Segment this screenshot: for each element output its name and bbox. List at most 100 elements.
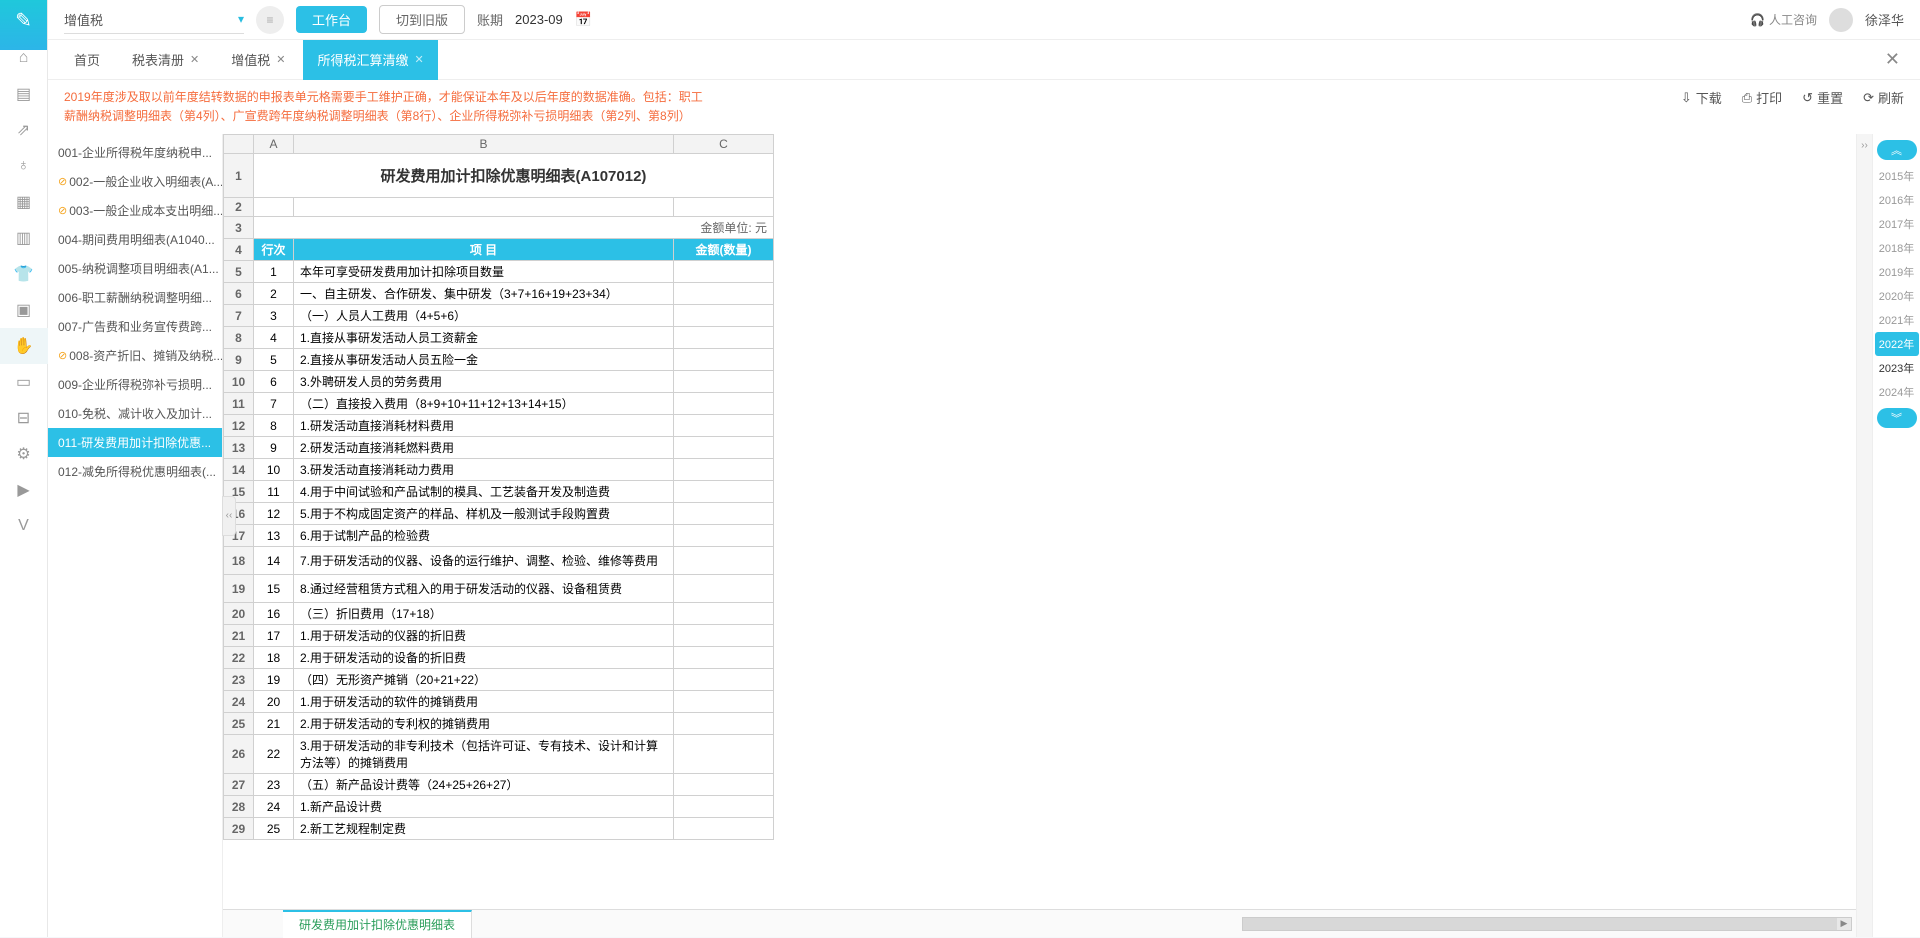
- row-header[interactable]: 22: [224, 647, 254, 669]
- expand-right-handle[interactable]: ››: [1856, 134, 1872, 937]
- row-header[interactable]: 13: [224, 437, 254, 459]
- item-cell[interactable]: （一）人员人工费用（4+5+6）: [294, 305, 674, 327]
- year-2021年[interactable]: 2021年: [1875, 308, 1919, 332]
- item-cell[interactable]: （四）无形资产摊销（20+21+22）: [294, 669, 674, 691]
- amt-cell[interactable]: [674, 625, 774, 647]
- row-header[interactable]: 19: [224, 575, 254, 603]
- close-icon[interactable]: ✕: [415, 53, 424, 66]
- year-2020年[interactable]: 2020年: [1875, 284, 1919, 308]
- nav-gear-icon[interactable]: ⚙: [0, 436, 48, 472]
- col-header[interactable]: C: [674, 135, 774, 154]
- nav-v-icon[interactable]: V: [0, 508, 48, 544]
- download-button[interactable]: ⇩下载: [1681, 88, 1722, 107]
- tab-1[interactable]: 税表清册✕: [118, 40, 213, 80]
- item-cell[interactable]: 3.用于研发活动的非专利技术（包括许可证、专有技术、设计和计算方法等）的摊销费用: [294, 735, 674, 774]
- item-cell[interactable]: 7.用于研发活动的仪器、设备的运行维护、调整、检验、维修等费用: [294, 547, 674, 575]
- nav-shirt-icon[interactable]: 👕: [0, 256, 48, 292]
- nav-play-icon[interactable]: ▶: [0, 472, 48, 508]
- seq-cell[interactable]: 3: [254, 305, 294, 327]
- row-header[interactable]: 14: [224, 459, 254, 481]
- row-header[interactable]: 26: [224, 735, 254, 774]
- close-all-tabs[interactable]: ✕: [1877, 49, 1908, 70]
- form-item-0[interactable]: 001-企业所得税年度纳税申...: [48, 138, 222, 167]
- tab-3[interactable]: 所得税汇算清缴✕: [303, 40, 437, 80]
- row-header[interactable]: 7: [224, 305, 254, 327]
- nav-hand-icon[interactable]: ✋: [0, 328, 48, 364]
- item-cell[interactable]: 1.用于研发活动的软件的摊销费用: [294, 691, 674, 713]
- item-cell[interactable]: 3.研发活动直接消耗动力费用: [294, 459, 674, 481]
- year-2023年[interactable]: 2023年: [1875, 356, 1919, 380]
- row-header[interactable]: 12: [224, 415, 254, 437]
- seq-cell[interactable]: 13: [254, 525, 294, 547]
- form-item-4[interactable]: 005-纳税调整项目明细表(A1...: [48, 254, 222, 283]
- item-cell[interactable]: （二）直接投入费用（8+9+10+11+12+13+14+15）: [294, 393, 674, 415]
- seq-cell[interactable]: 10: [254, 459, 294, 481]
- nav-report-icon[interactable]: ▥: [0, 220, 48, 256]
- item-cell[interactable]: 1.研发活动直接消耗材料费用: [294, 415, 674, 437]
- seq-cell[interactable]: 7: [254, 393, 294, 415]
- form-item-8[interactable]: 009-企业所得税弥补亏损明...: [48, 370, 222, 399]
- amt-cell[interactable]: [674, 547, 774, 575]
- row-header[interactable]: 28: [224, 796, 254, 818]
- close-icon[interactable]: ✕: [276, 53, 285, 66]
- item-cell[interactable]: 2.用于研发活动的专利权的摊销费用: [294, 713, 674, 735]
- form-item-2[interactable]: ⊘003-一般企业成本支出明细...: [48, 196, 222, 225]
- nav-grid-icon[interactable]: ▣: [0, 292, 48, 328]
- nav-inbox-icon[interactable]: ⊟: [0, 400, 48, 436]
- item-cell[interactable]: 1.新产品设计费: [294, 796, 674, 818]
- row-header[interactable]: 18: [224, 547, 254, 575]
- year-2022年[interactable]: 2022年: [1875, 332, 1919, 356]
- amt-cell[interactable]: [674, 459, 774, 481]
- nav-chart-icon[interactable]: ⇗: [0, 112, 48, 148]
- seq-cell[interactable]: 18: [254, 647, 294, 669]
- row-header[interactable]: 29: [224, 818, 254, 840]
- year-down-button[interactable]: ︾: [1877, 408, 1917, 428]
- amt-cell[interactable]: [674, 713, 774, 735]
- amt-cell[interactable]: [674, 796, 774, 818]
- row-header[interactable]: 11: [224, 393, 254, 415]
- amt-cell[interactable]: [674, 503, 774, 525]
- workbench-button[interactable]: 工作台: [296, 6, 367, 33]
- spreadsheet[interactable]: ABC1研发费用加计扣除优惠明细表(A107012)23金额单位: 元4行次项 …: [223, 134, 1856, 909]
- item-cell[interactable]: 2.直接从事研发活动人员五险一金: [294, 349, 674, 371]
- amt-cell[interactable]: [674, 283, 774, 305]
- seq-cell[interactable]: 16: [254, 603, 294, 625]
- row-header[interactable]: 2: [224, 198, 254, 217]
- form-item-9[interactable]: 010-免税、减计收入及加计...: [48, 399, 222, 428]
- tax-type-select[interactable]: 增值税 ▾: [64, 6, 244, 34]
- seq-cell[interactable]: 2: [254, 283, 294, 305]
- seq-cell[interactable]: 21: [254, 713, 294, 735]
- amt-cell[interactable]: [674, 525, 774, 547]
- row-header[interactable]: 21: [224, 625, 254, 647]
- seq-cell[interactable]: 11: [254, 481, 294, 503]
- refresh-button[interactable]: ⟳刷新: [1863, 88, 1904, 107]
- row-header[interactable]: 24: [224, 691, 254, 713]
- item-cell[interactable]: 4.用于中间试验和产品试制的模具、工艺装备开发及制造费: [294, 481, 674, 503]
- year-2018年[interactable]: 2018年: [1875, 236, 1919, 260]
- form-item-11[interactable]: 012-减免所得税优惠明细表(...: [48, 457, 222, 486]
- item-cell[interactable]: 3.外聘研发人员的劳务费用: [294, 371, 674, 393]
- seq-cell[interactable]: 22: [254, 735, 294, 774]
- amt-cell[interactable]: [674, 261, 774, 283]
- seq-cell[interactable]: 9: [254, 437, 294, 459]
- row-header[interactable]: 8: [224, 327, 254, 349]
- year-2017年[interactable]: 2017年: [1875, 212, 1919, 236]
- amt-cell[interactable]: [674, 415, 774, 437]
- item-cell[interactable]: 1.直接从事研发活动人员工资薪金: [294, 327, 674, 349]
- row-header[interactable]: 3: [224, 217, 254, 239]
- period-value[interactable]: 2023-09: [515, 12, 563, 27]
- amt-cell[interactable]: [674, 327, 774, 349]
- amt-cell[interactable]: [674, 669, 774, 691]
- form-item-5[interactable]: 006-职工薪酬纳税调整明细...: [48, 283, 222, 312]
- item-cell[interactable]: （三）折旧费用（17+18）: [294, 603, 674, 625]
- seq-cell[interactable]: 8: [254, 415, 294, 437]
- nav-bag-icon[interactable]: ♁: [0, 148, 48, 184]
- amt-cell[interactable]: [674, 305, 774, 327]
- row-header[interactable]: 27: [224, 774, 254, 796]
- seq-cell[interactable]: 5: [254, 349, 294, 371]
- print-button[interactable]: ⎙打印: [1742, 88, 1782, 107]
- amt-cell[interactable]: [674, 735, 774, 774]
- row-header[interactable]: 6: [224, 283, 254, 305]
- row-header[interactable]: 9: [224, 349, 254, 371]
- amt-cell[interactable]: [674, 575, 774, 603]
